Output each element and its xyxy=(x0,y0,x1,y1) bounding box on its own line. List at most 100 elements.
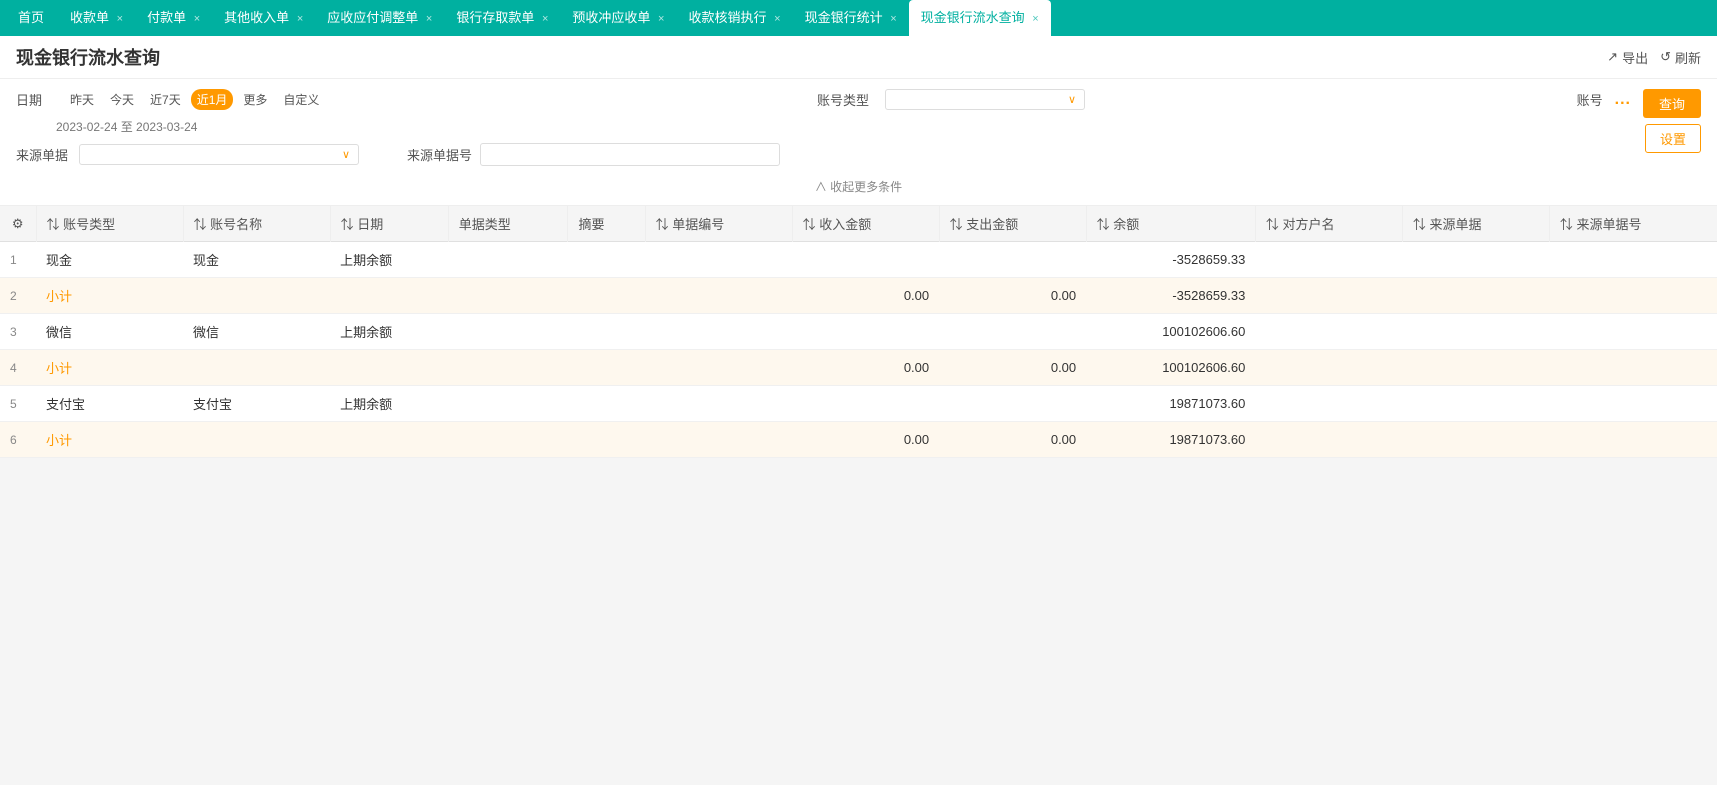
cell-expense xyxy=(939,314,1086,350)
th-gear[interactable]: ⚙ xyxy=(0,206,36,242)
cell-source-doc xyxy=(1402,242,1549,278)
date-opt-today[interactable]: 今天 xyxy=(104,89,140,110)
th-source-doc-no[interactable]: ⇅ 来源单据号 xyxy=(1549,206,1717,242)
cell-expense: 0.00 xyxy=(939,350,1086,386)
th-balance[interactable]: ⇅ 余额 xyxy=(1086,206,1255,242)
cell-source-doc xyxy=(1402,278,1549,314)
source-doc-num-input[interactable] xyxy=(480,143,780,166)
date-range-display: 2023-02-24 至 2023-03-24 xyxy=(56,120,197,134)
cell-date xyxy=(330,278,448,314)
cell-income: 0.00 xyxy=(792,422,939,458)
nav-tab-cash-stats[interactable]: 现金银行统计 × xyxy=(793,0,909,36)
cell-doc-type xyxy=(448,350,568,386)
table-row: 5支付宝支付宝上期余额19871073.60 xyxy=(0,386,1717,422)
cell-source-doc-no xyxy=(1549,386,1717,422)
th-source-doc[interactable]: ⇅ 来源单据 xyxy=(1402,206,1549,242)
cell-date: 上期余额 xyxy=(330,314,448,350)
th-income[interactable]: ⇅ 收入金额 xyxy=(792,206,939,242)
table-row: 1现金现金上期余额-3528659.33 xyxy=(0,242,1717,278)
cell-doc-type xyxy=(448,386,568,422)
account-dots-button[interactable]: ... xyxy=(1615,91,1631,109)
close-prepaid-icon[interactable]: × xyxy=(658,13,664,25)
header-actions: ↗ 导出 ↺ 刷新 xyxy=(1607,48,1701,67)
nav-tab-cash-flow[interactable]: 现金银行流水查询 × xyxy=(909,0,1051,36)
cell-expense: 0.00 xyxy=(939,422,1086,458)
cell-doc-no xyxy=(645,242,792,278)
th-doc-no[interactable]: ⇅ 单据编号 xyxy=(645,206,792,242)
close-cash-stats-icon[interactable]: × xyxy=(890,13,896,25)
cell-date: 上期余额 xyxy=(330,386,448,422)
nav-tab-adjustment[interactable]: 应收应付调整单 × xyxy=(315,0,444,36)
nav-tab-collection[interactable]: 收款核销执行 × xyxy=(676,0,792,36)
export-button[interactable]: ↗ 导出 xyxy=(1607,48,1648,67)
nav-home[interactable]: 首页 xyxy=(4,0,58,36)
close-fukuandan-icon[interactable]: × xyxy=(194,13,200,25)
close-cash-flow-icon[interactable]: × xyxy=(1032,13,1038,25)
cell-summary xyxy=(568,314,645,350)
close-shoukuandan-icon[interactable]: × xyxy=(117,13,123,25)
cell-counterpart xyxy=(1255,386,1402,422)
collapse-bar[interactable]: ∧ 收起更多条件 xyxy=(16,174,1701,201)
date-options: 昨天 今天 近7天 近1月 更多 自定义 xyxy=(64,89,325,110)
date-opt-yesterday[interactable]: 昨天 xyxy=(64,89,100,110)
nav-tab-bank-deposit[interactable]: 银行存取款单 × xyxy=(444,0,560,36)
close-collection-icon[interactable]: × xyxy=(774,13,780,25)
cell-account-name: 现金 xyxy=(183,242,330,278)
cell-source-doc-no xyxy=(1549,422,1717,458)
source-doc-num-label: 来源单据号 xyxy=(407,145,472,164)
cell-account-type: 支付宝 xyxy=(36,386,183,422)
cell-expense xyxy=(939,242,1086,278)
cell-row-num: 2 xyxy=(0,278,36,314)
cell-source-doc xyxy=(1402,422,1549,458)
nav-tab-prepaid[interactable]: 预收冲应收单 × xyxy=(560,0,676,36)
data-table: ⚙ ⇅ 账号类型 ⇅ 账号名称 ⇅ 日期 单据类型 摘要 ⇅ 单据编号 ⇅ 收入… xyxy=(0,206,1717,458)
source-doc-select[interactable]: ∨ xyxy=(79,144,359,165)
th-account-name[interactable]: ⇅ 账号名称 xyxy=(183,206,330,242)
refresh-button[interactable]: ↺ 刷新 xyxy=(1660,48,1701,67)
date-opt-more[interactable]: 更多 xyxy=(237,89,273,110)
th-account-type[interactable]: ⇅ 账号类型 xyxy=(36,206,183,242)
cell-account-type: 小计 xyxy=(36,422,183,458)
top-navigation: 首页 收款单 × 付款单 × 其他收入单 × 应收应付调整单 × 银行存取款单 … xyxy=(0,0,1717,36)
date-label: 日期 xyxy=(16,90,56,109)
query-button[interactable]: 查询 xyxy=(1643,89,1701,118)
th-counterpart[interactable]: ⇅ 对方户名 xyxy=(1255,206,1402,242)
cell-source-doc xyxy=(1402,386,1549,422)
close-other-income-icon[interactable]: × xyxy=(297,13,303,25)
export-icon: ↗ xyxy=(1607,49,1618,65)
page-header: 现金银行流水查询 ↗ 导出 ↺ 刷新 xyxy=(0,36,1717,79)
cell-income xyxy=(792,386,939,422)
close-adjustment-icon[interactable]: × xyxy=(426,13,432,25)
nav-tab-other-income[interactable]: 其他收入单 × xyxy=(212,0,315,36)
account-type-chevron-icon: ∨ xyxy=(1068,93,1076,106)
account-type-select[interactable]: ∨ xyxy=(885,89,1085,110)
cell-doc-type xyxy=(448,242,568,278)
cell-account-name xyxy=(183,422,330,458)
cell-date xyxy=(330,350,448,386)
cell-counterpart xyxy=(1255,422,1402,458)
nav-tab-fukuandan[interactable]: 付款单 × xyxy=(135,0,212,36)
date-opt-7days[interactable]: 近7天 xyxy=(144,89,187,110)
cell-expense xyxy=(939,386,1086,422)
page-title: 现金银行流水查询 xyxy=(16,44,160,70)
cell-counterpart xyxy=(1255,350,1402,386)
cell-income xyxy=(792,314,939,350)
cell-counterpart xyxy=(1255,242,1402,278)
filter-area: 日期 昨天 今天 近7天 近1月 更多 自定义 账号类型 ∨ xyxy=(0,79,1717,206)
cell-doc-no xyxy=(645,422,792,458)
date-opt-1month[interactable]: 近1月 xyxy=(191,89,234,110)
cell-summary xyxy=(568,242,645,278)
cell-row-num: 4 xyxy=(0,350,36,386)
cell-balance: 19871073.60 xyxy=(1086,386,1255,422)
th-date[interactable]: ⇅ 日期 xyxy=(330,206,448,242)
settings-button[interactable]: 设置 xyxy=(1645,124,1701,153)
cell-doc-type xyxy=(448,422,568,458)
cell-doc-no xyxy=(645,314,792,350)
account-type-label: 账号类型 xyxy=(817,90,877,109)
th-expense[interactable]: ⇅ 支出金额 xyxy=(939,206,1086,242)
date-opt-custom[interactable]: 自定义 xyxy=(277,89,325,110)
refresh-icon: ↺ xyxy=(1660,49,1671,65)
close-bank-deposit-icon[interactable]: × xyxy=(542,13,548,25)
nav-tab-shoukuandan[interactable]: 收款单 × xyxy=(58,0,135,36)
cell-account-type: 现金 xyxy=(36,242,183,278)
